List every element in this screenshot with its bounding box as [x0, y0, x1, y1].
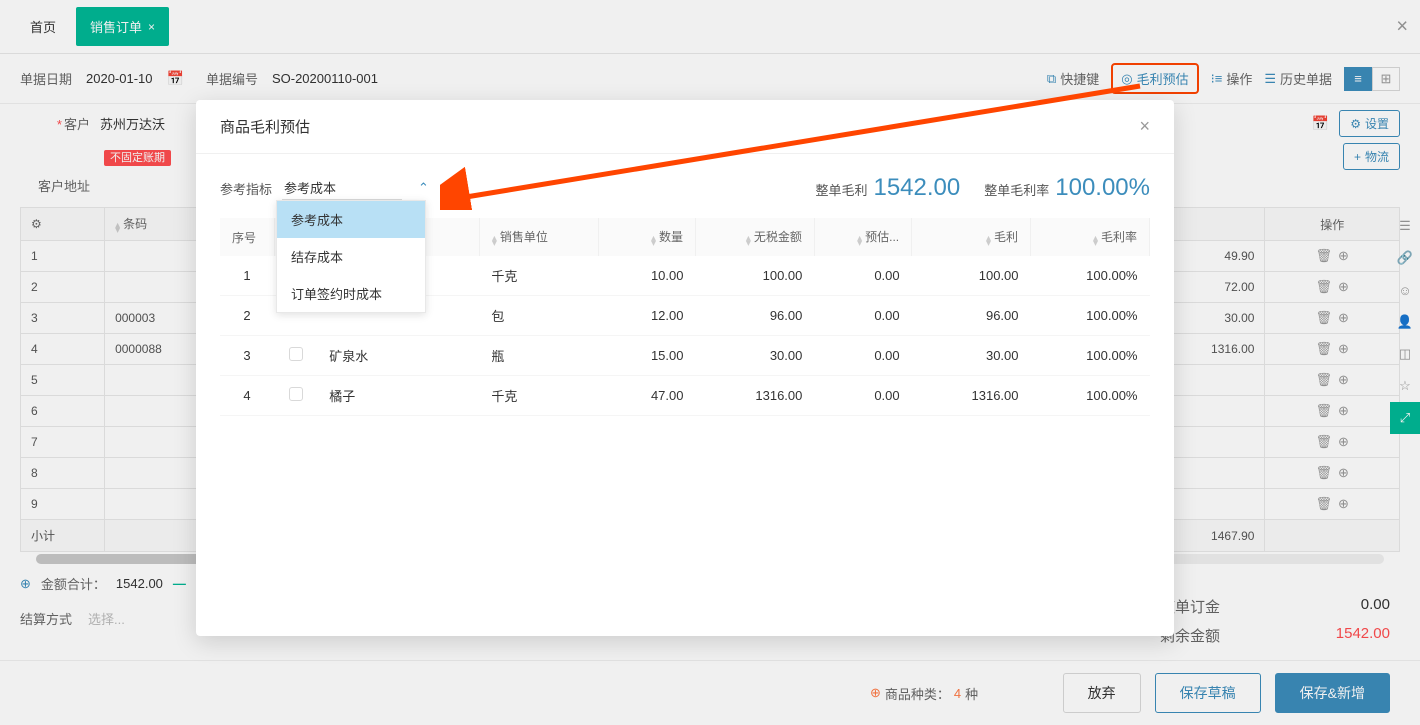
cell-qty: 12.00 [598, 296, 695, 336]
cell-qty: 15.00 [598, 336, 695, 376]
col-rate[interactable]: ▴▾毛利率 [1031, 218, 1150, 256]
cell-name: 矿泉水 [317, 336, 479, 376]
dropdown-option[interactable]: 结存成本 [277, 238, 425, 275]
total-profit-value: 1542.00 [873, 174, 960, 201]
amt-h: 无税金额 [754, 230, 802, 244]
cell-est: 0.00 [814, 256, 911, 296]
sort-icon: ▴▾ [857, 236, 862, 246]
col-seq: 序号 [220, 218, 274, 256]
cell-est: 0.00 [814, 376, 911, 416]
sort-icon: ▴▾ [746, 236, 751, 246]
cell-rate: 100.00% [1031, 336, 1150, 376]
rt-h: 毛利率 [1101, 230, 1137, 244]
cell-profit: 30.00 [912, 336, 1031, 376]
sort-icon: ▴▾ [986, 236, 991, 246]
cell-unit: 千克 [479, 256, 598, 296]
unit-h: 销售单位 [500, 230, 548, 244]
cell-profit: 100.00 [912, 256, 1031, 296]
checkbox[interactable] [289, 347, 303, 361]
cell-name: 橘子 [317, 376, 479, 416]
checkbox[interactable] [289, 387, 303, 401]
sort-icon: ▴▾ [1093, 236, 1098, 246]
filter-label: 参考指标 [220, 179, 272, 198]
cell-amount: 30.00 [696, 336, 815, 376]
cell-seq: 2 [220, 296, 274, 336]
cell-seq: 3 [220, 336, 274, 376]
modal-header: 商品毛利预估 × [196, 100, 1174, 154]
sort-icon: ▴▾ [492, 236, 497, 246]
modal-stats: 整单毛利 1542.00 整单毛利率 100.00% [815, 174, 1150, 202]
col-est[interactable]: ▴▾预估... [814, 218, 911, 256]
table-row[interactable]: 4橘子千克47.001316.000.001316.00100.00% [220, 376, 1150, 416]
cell-qty: 47.00 [598, 376, 695, 416]
filter-row: 参考指标 ⌃ 参考成本结存成本订单签约时成本 整单毛利1542.00 整单毛利率… [220, 174, 1150, 202]
cell-qty: 10.00 [598, 256, 695, 296]
total-rate-value: 100.00% [1055, 174, 1150, 201]
cell-seq: 4 [220, 376, 274, 416]
chevron-up-icon[interactable]: ⌃ [418, 180, 429, 196]
cell-rate: 100.00% [1031, 376, 1150, 416]
est-h: 预估... [865, 230, 899, 244]
close-icon[interactable]: × [1139, 116, 1150, 137]
cell-unit: 千克 [479, 376, 598, 416]
cell-rate: 100.00% [1031, 256, 1150, 296]
col-qty[interactable]: ▴▾数量 [598, 218, 695, 256]
table-row[interactable]: 3矿泉水瓶15.0030.000.0030.00100.00% [220, 336, 1150, 376]
reference-indicator-dropdown: 参考成本结存成本订单签约时成本 [276, 200, 426, 313]
qty-h: 数量 [659, 230, 683, 244]
profit-estimate-modal: 商品毛利预估 × 参考指标 ⌃ 参考成本结存成本订单签约时成本 整单毛利 1542… [196, 100, 1174, 636]
cell-amount: 100.00 [696, 256, 815, 296]
cell-est: 0.00 [814, 336, 911, 376]
col-profit[interactable]: ▴▾毛利 [912, 218, 1031, 256]
dropdown-option[interactable]: 参考成本 [277, 201, 425, 238]
cell-seq: 1 [220, 256, 274, 296]
dropdown-option[interactable]: 订单签约时成本 [277, 275, 425, 312]
modal-body: 参考指标 ⌃ 参考成本结存成本订单签约时成本 整单毛利 1542.00 整单毛利率… [196, 154, 1174, 636]
sort-icon: ▴▾ [651, 236, 656, 246]
cell-amount: 96.00 [696, 296, 815, 336]
total-profit-label: 整单毛利 [815, 183, 867, 198]
cell-rate: 100.00% [1031, 296, 1150, 336]
cell-profit: 1316.00 [912, 376, 1031, 416]
reference-indicator-select[interactable] [282, 176, 402, 200]
pf-h: 毛利 [994, 230, 1018, 244]
cell-unit: 瓶 [479, 336, 598, 376]
modal-title: 商品毛利预估 [220, 116, 310, 137]
cell-profit: 96.00 [912, 296, 1031, 336]
cell-est: 0.00 [814, 296, 911, 336]
col-amount[interactable]: ▴▾无税金额 [696, 218, 815, 256]
cell-amount: 1316.00 [696, 376, 815, 416]
cell-unit: 包 [479, 296, 598, 336]
col-unit[interactable]: ▴▾销售单位 [479, 218, 598, 256]
total-rate-label: 整单毛利率 [984, 183, 1049, 198]
